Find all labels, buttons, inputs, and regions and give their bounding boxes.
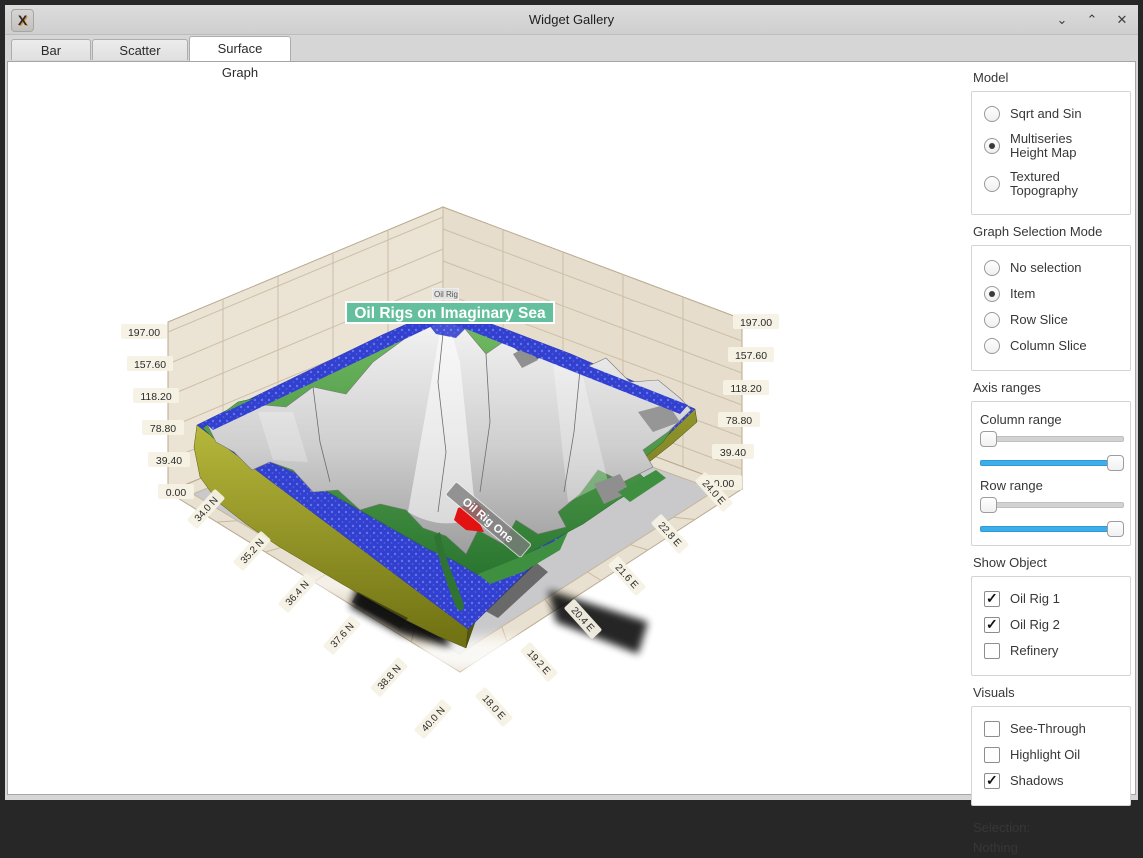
radio-label: Textured Topography [1010,170,1106,198]
app-window: X Widget Gallery ⌄ ⌃ ✕ Bar Graph Scatter… [5,5,1138,800]
svg-text:157.60: 157.60 [735,350,767,362]
checkbox-oil-rig-2[interactable]: Oil Rig 2 [984,617,1126,633]
checkbox-icon[interactable] [984,747,1000,763]
model-section-label: Model [973,70,1131,85]
radio-label: Multiseries Height Map [1010,132,1106,160]
tab-bar: Bar Graph Scatter Graph Surface Graph [7,36,1136,61]
radio-icon[interactable] [984,260,1000,276]
checkbox-icon-checked[interactable] [984,591,1000,607]
slider-handle[interactable] [1107,521,1124,537]
checkbox-label: Shadows [1010,774,1063,788]
svg-text:118.20: 118.20 [730,383,761,395]
radio-label: No selection [1010,261,1082,275]
radio-icon[interactable] [984,338,1000,354]
checkbox-label: See-Through [1010,722,1086,736]
window-controls: ⌄ ⌃ ✕ [1054,5,1130,34]
visuals-groupbox: See-Through Highlight Oil Shadows [971,706,1131,806]
radio-textured-topography[interactable]: Textured Topography [984,170,1126,198]
svg-text:118.20: 118.20 [140,391,171,403]
checkbox-icon-checked[interactable] [984,773,1000,789]
radio-sqrt-and-sin[interactable]: Sqrt and Sin [984,106,1126,122]
checkbox-icon[interactable] [984,643,1000,659]
checkbox-label: Oil Rig 2 [1010,618,1060,632]
row-range-max-slider[interactable] [980,520,1124,537]
checkbox-label: Highlight Oil [1010,748,1080,762]
radio-label: Row Slice [1010,313,1068,327]
checkbox-oil-rig-1[interactable]: Oil Rig 1 [984,591,1126,607]
tab-scatter-graph[interactable]: Scatter Graph [92,39,188,60]
slider-track[interactable] [980,460,1124,466]
svg-text:157.60: 157.60 [134,359,166,371]
axis-ranges-groupbox: Column range Row range [971,401,1131,546]
row-range-label: Row range [980,478,1126,493]
checkbox-refinery[interactable]: Refinery [984,643,1126,659]
radio-icon[interactable] [984,176,1000,192]
slider-handle[interactable] [1107,455,1124,471]
radio-item[interactable]: Item [984,286,1126,302]
radio-icon-selected[interactable] [984,138,1000,154]
titlebar[interactable]: X Widget Gallery ⌄ ⌃ ✕ [5,5,1138,35]
radio-label: Item [1010,287,1035,301]
radio-multiseries-height-map[interactable]: Multiseries Height Map [984,132,1126,160]
checkbox-icon-checked[interactable] [984,617,1000,633]
tab-surface-graph[interactable]: Surface Graph [189,36,291,61]
svg-text:0.00: 0.00 [166,487,187,499]
show-object-groupbox: Oil Rig 1 Oil Rig 2 Refinery [971,576,1131,676]
svg-text:197.00: 197.00 [128,327,160,339]
radio-icon[interactable] [984,312,1000,328]
model-groupbox: Sqrt and Sin Multiseries Height Map Text… [971,91,1131,215]
maximize-button[interactable]: ⌃ [1084,12,1100,28]
selection-mode-section-label: Graph Selection Mode [973,224,1131,239]
radio-column-slice[interactable]: Column Slice [984,338,1126,354]
tab-bar-graph[interactable]: Bar Graph [11,39,91,60]
minimize-button[interactable]: ⌄ [1054,12,1070,28]
column-range-max-slider[interactable] [980,454,1124,471]
slider-track[interactable] [980,436,1124,442]
selection-mode-groupbox: No selection Item Row Slice Column Slice [971,245,1131,371]
chart-title: Oil Rigs on Imaginary Sea [346,302,554,323]
close-button[interactable]: ✕ [1114,12,1130,28]
selection-label: Selection: [973,818,1131,838]
surface-graph-pane: Oil Rig Two Oil Rig One Oil Rigs on Imag… [7,61,1136,795]
slider-handle[interactable] [980,497,997,513]
checkbox-shadows[interactable]: Shadows [984,773,1126,789]
surface-plot-3d[interactable]: Oil Rig Two Oil Rig One Oil Rigs on Imag… [8,62,965,794]
svg-text:197.00: 197.00 [740,317,772,329]
checkbox-see-through[interactable]: See-Through [984,721,1126,737]
slider-track[interactable] [980,502,1124,508]
svg-text:39.40: 39.40 [720,447,746,459]
radio-label: Sqrt and Sin [1010,107,1082,121]
checkbox-label: Refinery [1010,644,1058,658]
visuals-section-label: Visuals [973,685,1131,700]
checkbox-label: Oil Rig 1 [1010,592,1060,606]
svg-text:78.80: 78.80 [726,415,752,427]
column-range-min-slider[interactable] [980,430,1124,447]
checkbox-icon[interactable] [984,721,1000,737]
selection-value: Nothing [973,838,1131,858]
show-object-section-label: Show Object [973,555,1131,570]
slider-track[interactable] [980,526,1124,532]
svg-text:39.40: 39.40 [156,455,182,467]
controls-sidebar: Model Sqrt and Sin Multiseries Height Ma… [971,68,1131,858]
svg-text:78.80: 78.80 [150,423,176,435]
slider-handle[interactable] [980,431,997,447]
column-range-label: Column range [980,412,1126,427]
screen: { "window": { "title": "Widget Gallery",… [0,0,1143,806]
radio-icon[interactable] [984,106,1000,122]
radio-label: Column Slice [1010,339,1087,353]
radio-icon-selected[interactable] [984,286,1000,302]
radio-row-slice[interactable]: Row Slice [984,312,1126,328]
radio-no-selection[interactable]: No selection [984,260,1126,276]
axis-ranges-section-label: Axis ranges [973,380,1131,395]
row-range-min-slider[interactable] [980,496,1124,513]
checkbox-highlight-oil[interactable]: Highlight Oil [984,747,1126,763]
window-title: Widget Gallery [5,5,1138,34]
svg-text:Oil Rigs on Imaginary Sea: Oil Rigs on Imaginary Sea [354,305,546,322]
